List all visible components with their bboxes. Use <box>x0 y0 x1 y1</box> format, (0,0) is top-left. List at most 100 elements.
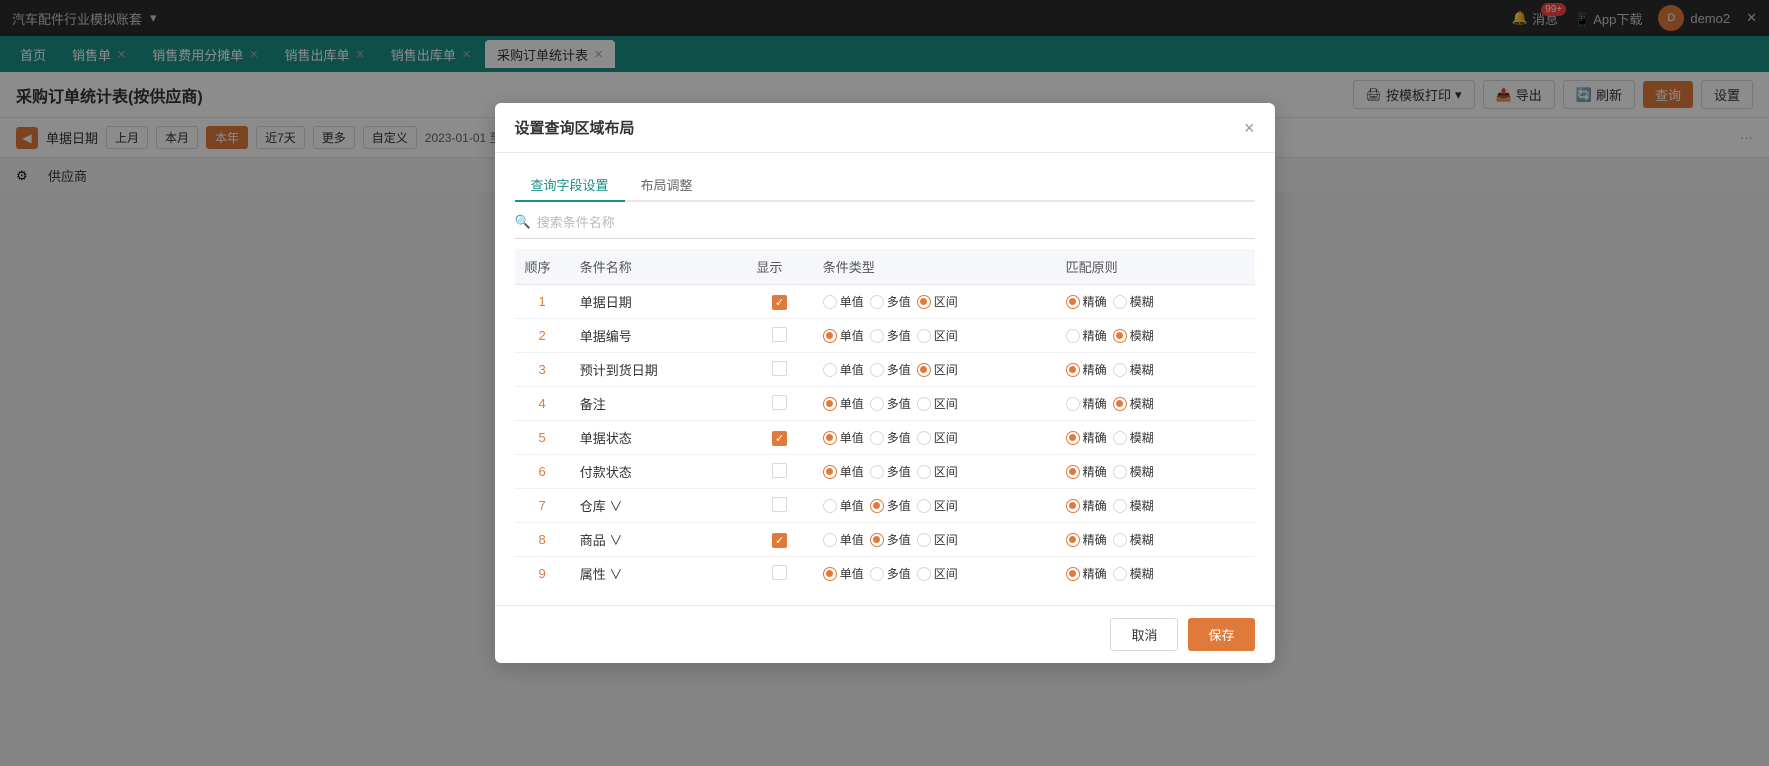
type-radio-item[interactable]: 单值 <box>823 395 864 412</box>
radio-dot[interactable] <box>917 465 931 479</box>
radio-dot[interactable] <box>823 465 837 479</box>
match-radio-item[interactable]: 精确 <box>1066 327 1107 344</box>
display-checkbox[interactable] <box>772 497 787 512</box>
display-checkbox[interactable] <box>772 327 787 342</box>
radio-dot[interactable] <box>870 397 884 411</box>
radio-dot[interactable] <box>1066 397 1080 411</box>
radio-dot[interactable] <box>917 499 931 513</box>
match-radio-item[interactable]: 精确 <box>1066 361 1107 378</box>
type-radio-item[interactable]: 单值 <box>823 429 864 446</box>
modal-close-button[interactable]: × <box>1244 119 1255 137</box>
radio-dot[interactable] <box>870 431 884 445</box>
display-checkbox[interactable] <box>772 295 787 310</box>
display-checkbox[interactable] <box>772 395 787 410</box>
radio-dot[interactable] <box>870 465 884 479</box>
type-radio-item[interactable]: 单值 <box>823 361 864 378</box>
cell-display[interactable] <box>746 319 812 353</box>
match-radio-item[interactable]: 模糊 <box>1113 327 1154 344</box>
type-radio-item[interactable]: 多值 <box>870 429 911 446</box>
radio-dot[interactable] <box>823 567 837 581</box>
radio-dot[interactable] <box>1066 533 1080 547</box>
match-radio-item[interactable]: 模糊 <box>1113 497 1154 514</box>
type-radio-item[interactable]: 多值 <box>870 327 911 344</box>
match-radio-item[interactable]: 精确 <box>1066 531 1107 548</box>
type-radio-item[interactable]: 多值 <box>870 531 911 548</box>
radio-dot[interactable] <box>917 295 931 309</box>
radio-dot[interactable] <box>917 431 931 445</box>
radio-dot[interactable] <box>1066 295 1080 309</box>
radio-dot[interactable] <box>823 533 837 547</box>
match-radio-item[interactable]: 模糊 <box>1113 395 1154 412</box>
radio-dot[interactable] <box>1066 363 1080 377</box>
cancel-button[interactable]: 取消 <box>1110 618 1178 651</box>
type-radio-item[interactable]: 多值 <box>870 361 911 378</box>
radio-dot[interactable] <box>1066 329 1080 343</box>
radio-dot[interactable] <box>823 295 837 309</box>
radio-dot[interactable] <box>1066 499 1080 513</box>
radio-dot[interactable] <box>1113 363 1127 377</box>
radio-dot[interactable] <box>1113 431 1127 445</box>
type-radio-item[interactable]: 区间 <box>917 327 958 344</box>
match-radio-item[interactable]: 精确 <box>1066 293 1107 310</box>
radio-dot[interactable] <box>1113 329 1127 343</box>
match-radio-item[interactable]: 模糊 <box>1113 429 1154 446</box>
type-radio-item[interactable]: 区间 <box>917 463 958 480</box>
radio-dot[interactable] <box>1113 499 1127 513</box>
cell-display[interactable] <box>746 353 812 387</box>
radio-dot[interactable] <box>870 567 884 581</box>
type-radio-item[interactable]: 多值 <box>870 293 911 310</box>
radio-dot[interactable] <box>1113 397 1127 411</box>
type-radio-item[interactable]: 多值 <box>870 395 911 412</box>
radio-dot[interactable] <box>823 431 837 445</box>
display-checkbox[interactable] <box>772 361 787 376</box>
radio-dot[interactable] <box>870 329 884 343</box>
radio-dot[interactable] <box>870 363 884 377</box>
type-radio-item[interactable]: 区间 <box>917 395 958 412</box>
radio-dot[interactable] <box>823 363 837 377</box>
type-radio-item[interactable]: 单值 <box>823 565 864 582</box>
type-radio-item[interactable]: 多值 <box>870 463 911 480</box>
match-radio-item[interactable]: 精确 <box>1066 429 1107 446</box>
radio-dot[interactable] <box>823 499 837 513</box>
cell-display[interactable] <box>746 557 812 590</box>
cell-display[interactable] <box>746 387 812 421</box>
radio-dot[interactable] <box>917 329 931 343</box>
radio-dot[interactable] <box>870 533 884 547</box>
radio-dot[interactable] <box>870 499 884 513</box>
match-radio-item[interactable]: 模糊 <box>1113 565 1154 582</box>
radio-dot[interactable] <box>917 533 931 547</box>
match-radio-item[interactable]: 精确 <box>1066 463 1107 480</box>
match-radio-item[interactable]: 模糊 <box>1113 531 1154 548</box>
type-radio-item[interactable]: 单值 <box>823 497 864 514</box>
match-radio-item[interactable]: 模糊 <box>1113 463 1154 480</box>
modal-tab-layout[interactable]: 布局调整 <box>625 169 709 202</box>
type-radio-item[interactable]: 多值 <box>870 565 911 582</box>
radio-dot[interactable] <box>823 397 837 411</box>
radio-dot[interactable] <box>1113 533 1127 547</box>
type-radio-item[interactable]: 区间 <box>917 565 958 582</box>
radio-dot[interactable] <box>823 329 837 343</box>
display-checkbox[interactable] <box>772 565 787 580</box>
type-radio-item[interactable]: 单值 <box>823 327 864 344</box>
radio-dot[interactable] <box>1113 295 1127 309</box>
type-radio-item[interactable]: 多值 <box>870 497 911 514</box>
cell-display[interactable] <box>746 455 812 489</box>
modal-tab-query-fields[interactable]: 查询字段设置 <box>515 169 625 202</box>
match-radio-item[interactable]: 精确 <box>1066 565 1107 582</box>
match-radio-item[interactable]: 模糊 <box>1113 293 1154 310</box>
radio-dot[interactable] <box>1066 431 1080 445</box>
display-checkbox[interactable] <box>772 463 787 478</box>
radio-dot[interactable] <box>1066 567 1080 581</box>
radio-dot[interactable] <box>917 363 931 377</box>
type-radio-item[interactable]: 单值 <box>823 531 864 548</box>
cell-display[interactable] <box>746 523 812 557</box>
display-checkbox[interactable] <box>772 533 787 548</box>
type-radio-item[interactable]: 单值 <box>823 293 864 310</box>
display-checkbox[interactable] <box>772 431 787 446</box>
save-button[interactable]: 保存 <box>1188 618 1254 651</box>
match-radio-item[interactable]: 模糊 <box>1113 361 1154 378</box>
match-radio-item[interactable]: 精确 <box>1066 497 1107 514</box>
type-radio-item[interactable]: 区间 <box>917 429 958 446</box>
radio-dot[interactable] <box>917 397 931 411</box>
cell-display[interactable] <box>746 421 812 455</box>
